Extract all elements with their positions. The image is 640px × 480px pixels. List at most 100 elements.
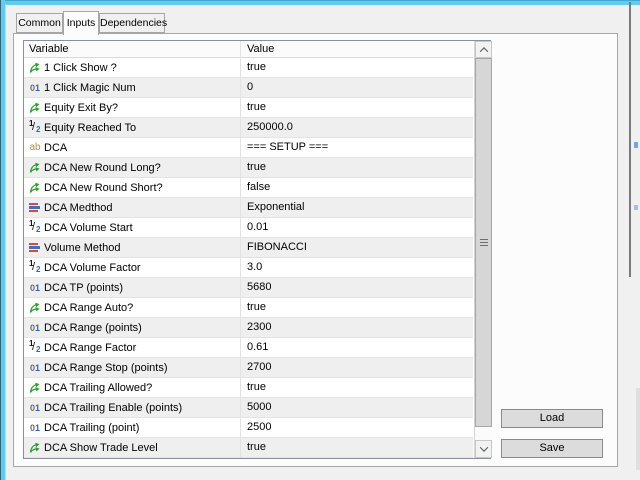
- variable-name: DCA Trailing (point): [44, 421, 140, 434]
- variable-value[interactable]: 2500: [240, 418, 473, 437]
- thumb-grip-icon: [479, 239, 488, 240]
- table-row[interactable]: Equity Exit By? true: [24, 98, 473, 118]
- table-row[interactable]: 1/2 Equity Reached To 250000.0: [24, 118, 473, 138]
- table-row[interactable]: DCA Medthod Exponential: [24, 198, 473, 218]
- variable-value[interactable]: true: [240, 378, 473, 397]
- variable-value[interactable]: true: [240, 438, 473, 457]
- tab-dependencies[interactable]: Dependencies: [99, 13, 167, 33]
- scroll-up-button[interactable]: [475, 41, 492, 58]
- fraction-half-icon: 1/2: [29, 218, 41, 234]
- variable-value[interactable]: false: [240, 178, 473, 197]
- variable-cell: DCA New Round Short?: [24, 178, 240, 197]
- bool-branch-arrow-icon: [28, 181, 42, 195]
- variable-value[interactable]: 5000: [240, 398, 473, 417]
- thumb-grip-icon: [479, 245, 488, 246]
- scroll-down-button[interactable]: [475, 440, 492, 458]
- variable-name: Volume Method: [44, 241, 121, 254]
- table-row[interactable]: 1/2 DCA Volume Factor 3.0: [24, 258, 473, 278]
- variable-value[interactable]: true: [240, 58, 473, 77]
- table-row[interactable]: 01 DCA TP (points) 5680: [24, 278, 473, 298]
- inputs-table: Variable Value 1 Click Show ? true 01 1 Cli…: [23, 40, 492, 459]
- variable-name: DCA Trailing Enable (points): [44, 401, 183, 414]
- table-row[interactable]: 1 Click Show ? true: [24, 58, 473, 78]
- scrollbar-track[interactable]: [475, 427, 492, 440]
- variable-name: Equity Reached To: [44, 121, 137, 134]
- variable-name: Equity Exit By?: [44, 101, 118, 114]
- variable-value[interactable]: === SETUP ===: [240, 138, 473, 157]
- thumb-grip-icon: [479, 242, 488, 243]
- variable-value[interactable]: Exponential: [240, 198, 473, 217]
- table-row[interactable]: 01 DCA Range Stop (points) 2700: [24, 358, 473, 378]
- variable-name: 1 Click Show ?: [44, 61, 117, 74]
- table-row[interactable]: DCA Show Trade Level true: [24, 438, 473, 458]
- variable-cell: DCA Trailing Allowed?: [24, 378, 240, 397]
- ea-properties-dialog: Common Inputs Dependencies Variable Valu…: [0, 0, 640, 480]
- variable-name: DCA New Round Long?: [44, 161, 161, 174]
- integer-01-icon: 01: [29, 422, 41, 433]
- integer-01-icon: 01: [29, 322, 41, 333]
- variable-cell: 1 Click Show ?: [24, 58, 240, 77]
- variable-cell: 1/2 Equity Reached To: [24, 118, 240, 137]
- variable-value[interactable]: 250000.0: [240, 118, 473, 137]
- scrollbar-thumb[interactable]: [475, 58, 492, 427]
- table-row[interactable]: DCA Trailing Allowed? true: [24, 378, 473, 398]
- variable-value[interactable]: true: [240, 298, 473, 317]
- variable-cell: 1/2 DCA Range Factor: [24, 338, 240, 357]
- variable-value[interactable]: 0: [240, 78, 473, 97]
- variable-value[interactable]: 0.01: [240, 218, 473, 237]
- variable-cell: DCA Show Trade Level: [24, 438, 240, 457]
- tab-common[interactable]: Common: [16, 13, 63, 33]
- table-row[interactable]: ab DCA === SETUP ===: [24, 138, 473, 158]
- variable-value[interactable]: 2700: [240, 358, 473, 377]
- table-row[interactable]: 01 DCA Trailing Enable (points) 5000: [24, 398, 473, 418]
- background-window-separator: [629, 2, 631, 277]
- table-row[interactable]: 1/2 DCA Range Factor 0.61: [24, 338, 473, 358]
- table-row[interactable]: DCA New Round Long? true: [24, 158, 473, 178]
- column-header-value: Value: [247, 43, 275, 55]
- enum-list-icon: [28, 201, 42, 215]
- variable-name: DCA Range Auto?: [44, 301, 134, 314]
- variable-name: DCA Range (points): [44, 321, 142, 334]
- table-row[interactable]: Volume Method FIBONACCI: [24, 238, 473, 258]
- variable-name: DCA Show Trade Level: [44, 441, 158, 454]
- table-row[interactable]: 1/2 DCA Volume Start 0.01: [24, 218, 473, 238]
- variable-value[interactable]: 2300: [240, 318, 473, 337]
- variable-cell: DCA New Round Long?: [24, 158, 240, 177]
- variable-cell: 01 1 Click Magic Num: [24, 78, 240, 97]
- variable-cell: DCA Range Auto?: [24, 298, 240, 317]
- variable-value[interactable]: true: [240, 158, 473, 177]
- variable-name: 1 Click Magic Num: [44, 81, 136, 94]
- window-edge-left: [0, 0, 1, 480]
- table-row[interactable]: 01 DCA Trailing (point) 2500: [24, 418, 473, 438]
- variable-value[interactable]: FIBONACCI: [240, 238, 473, 257]
- table-rows: 1 Click Show ? true 01 1 Click Magic Num 0 Eq…: [24, 58, 473, 458]
- tab-inputs[interactable]: Inputs: [63, 11, 99, 35]
- string-ab-icon: ab: [29, 141, 41, 153]
- background-artifact: [634, 142, 638, 148]
- variable-value[interactable]: 3.0: [240, 258, 473, 277]
- variable-value[interactable]: 0.61: [240, 338, 473, 357]
- save-button[interactable]: Save: [501, 439, 603, 458]
- table-row[interactable]: DCA Range Auto? true: [24, 298, 473, 318]
- table-scrollbar[interactable]: [474, 41, 492, 458]
- variable-value[interactable]: 5680: [240, 278, 473, 297]
- variable-value[interactable]: true: [240, 98, 473, 117]
- variable-name: DCA Volume Factor: [44, 261, 141, 274]
- table-header: Variable Value: [24, 41, 473, 58]
- table-row[interactable]: 01 DCA Range (points) 2300: [24, 318, 473, 338]
- fraction-half-icon: 1/2: [29, 258, 41, 274]
- variable-cell: Equity Exit By?: [24, 98, 240, 117]
- table-row[interactable]: DCA New Round Short? false: [24, 178, 473, 198]
- load-button[interactable]: Load: [501, 409, 603, 428]
- chevron-up-icon: [479, 46, 488, 56]
- variable-cell: 01 DCA Trailing Enable (points): [24, 398, 240, 417]
- integer-01-icon: 01: [29, 362, 41, 373]
- variable-name: DCA: [44, 141, 68, 154]
- background-artifact: [634, 205, 638, 210]
- variable-name: DCA TP (points): [44, 281, 124, 294]
- table-row[interactable]: 01 1 Click Magic Num 0: [24, 78, 473, 98]
- column-divider: [240, 41, 241, 458]
- variable-cell: 1/2 DCA Volume Factor: [24, 258, 240, 277]
- window-edge-inner: [5, 4, 6, 480]
- integer-01-icon: 01: [29, 282, 41, 293]
